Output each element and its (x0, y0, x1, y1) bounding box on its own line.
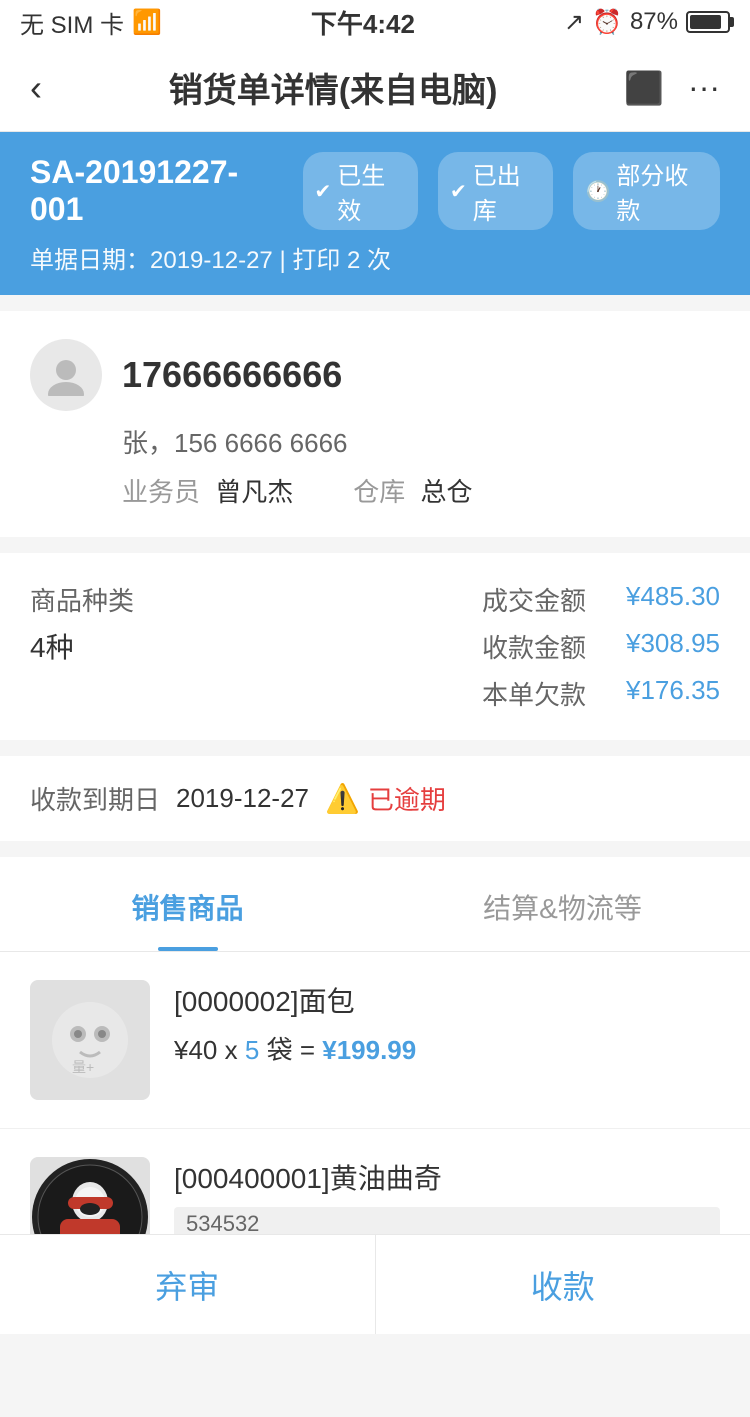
page-title: 销货单详情(来自电脑) (169, 63, 498, 112)
deal-value: ¥485.30 (626, 581, 720, 618)
battery-label: 87% (630, 8, 678, 36)
banner-top: SA-20191227-001 ✔ 已生效 ✔ 已出库 🕐 部分收款 (30, 152, 720, 230)
list-item: 量+ [0000002]面包 ¥40 x 5 袋 = ¥199.99 (0, 952, 750, 1129)
received-value: ¥308.95 (626, 628, 720, 665)
location-icon: ↗ (564, 8, 584, 37)
order-id: SA-20191227-001 (30, 154, 283, 228)
due-section: 收款到期日 2019-12-27 ⚠️ 已逾期 (0, 756, 750, 841)
tab-products[interactable]: 销售商品 (0, 857, 375, 951)
status-partial: 🕐 部分收款 (573, 152, 720, 230)
wifi-icon: 📶 (132, 8, 162, 37)
warehouse-value: 总仓 (421, 477, 473, 507)
nav-bar: ‹ 销货单详情(来自电脑) ⬛ ··· (0, 44, 750, 132)
overdue-label: 已逾期 (368, 780, 446, 817)
banner-sub: 单据日期：2019-12-27 | 打印 2 次 (30, 240, 720, 275)
clock-icon: 🕐 (585, 179, 610, 204)
header-banner: SA-20191227-001 ✔ 已生效 ✔ 已出库 🕐 部分收款 单据日期：… (0, 132, 750, 295)
owed-row: 本单欠款 ¥176.35 (482, 675, 720, 712)
thumb-placeholder: 量+ (30, 980, 150, 1100)
check-icon-2: ✔ (450, 179, 467, 204)
status-right: ↗ ⏰ 87% (564, 8, 730, 37)
product-price: ¥40 x 5 袋 = ¥199.99 (174, 1030, 720, 1067)
product-type-count: 4种 (30, 626, 134, 666)
owed-value: ¥176.35 (626, 675, 720, 712)
stats-section: 商品种类 4种 成交金额 ¥485.30 收款金额 ¥308.95 本单欠款 ¥… (0, 553, 750, 740)
bottom-bar: 弃审 收款 (0, 1234, 750, 1334)
tabs-container: 销售商品 结算&物流等 (0, 857, 750, 952)
customer-sub: 张，156 6666 6666 (122, 423, 720, 460)
stats-left: 商品种类 4种 (30, 581, 134, 666)
svg-text:量+: 量+ (72, 1059, 94, 1075)
product-info: [0000002]面包 ¥40 x 5 袋 = ¥199.99 (174, 980, 720, 1067)
share-icon[interactable]: ⬛ (624, 69, 664, 107)
deal-label: 成交金额 (482, 581, 586, 618)
cancel-button[interactable]: 弃审 (0, 1235, 376, 1334)
received-label: 收款金额 (482, 628, 586, 665)
alarm-icon: ⏰ (592, 8, 622, 37)
product-name: [0000002]面包 (174, 980, 720, 1020)
warehouse-label: 仓库 (353, 477, 405, 507)
product-thumbnail: 量+ (30, 980, 150, 1100)
product-name-2: [000400001]黄油曲奇 (174, 1157, 720, 1197)
time-label: 下午4:42 (311, 4, 415, 41)
salesperson-label: 业务员 (122, 477, 200, 507)
stats-right: 成交金额 ¥485.30 收款金额 ¥308.95 本单欠款 ¥176.35 (482, 581, 720, 712)
confirm-button[interactable]: 收款 (376, 1235, 750, 1334)
nav-actions: ⬛ ··· (624, 69, 720, 107)
customer-top: 17666666666 (30, 339, 720, 411)
status-bar: 无 SIM 卡 📶 下午4:42 ↗ ⏰ 87% (0, 0, 750, 44)
tab-settlement[interactable]: 结算&物流等 (375, 857, 750, 951)
overdue-badge: ⚠️ 已逾期 (325, 780, 446, 817)
customer-name: 17666666666 (122, 354, 342, 396)
due-label: 收款到期日 (30, 780, 160, 817)
owed-label: 本单欠款 (482, 675, 586, 712)
due-date-value: 2019-12-27 (176, 783, 309, 814)
battery-icon (686, 11, 730, 33)
customer-meta: 业务员 曾凡杰 仓库 总仓 (122, 472, 720, 509)
overdue-icon: ⚠️ (325, 782, 360, 815)
status-shipped: ✔ 已出库 (438, 152, 553, 230)
avatar (30, 339, 102, 411)
carrier-label: 无 SIM 卡 (20, 5, 124, 40)
check-icon: ✔ (315, 179, 332, 204)
back-button[interactable]: ‹ (30, 67, 42, 109)
deal-row: 成交金额 ¥485.30 (482, 581, 720, 618)
product-type-label: 商品种类 (30, 581, 134, 618)
customer-section: 17666666666 张，156 6666 6666 业务员 曾凡杰 仓库 总… (0, 311, 750, 537)
received-row: 收款金额 ¥308.95 (482, 628, 720, 665)
status-left: 无 SIM 卡 📶 (20, 5, 162, 40)
status-effected: ✔ 已生效 (303, 152, 418, 230)
salesperson-value: 曾凡杰 (215, 477, 293, 507)
more-icon[interactable]: ··· (688, 69, 720, 106)
